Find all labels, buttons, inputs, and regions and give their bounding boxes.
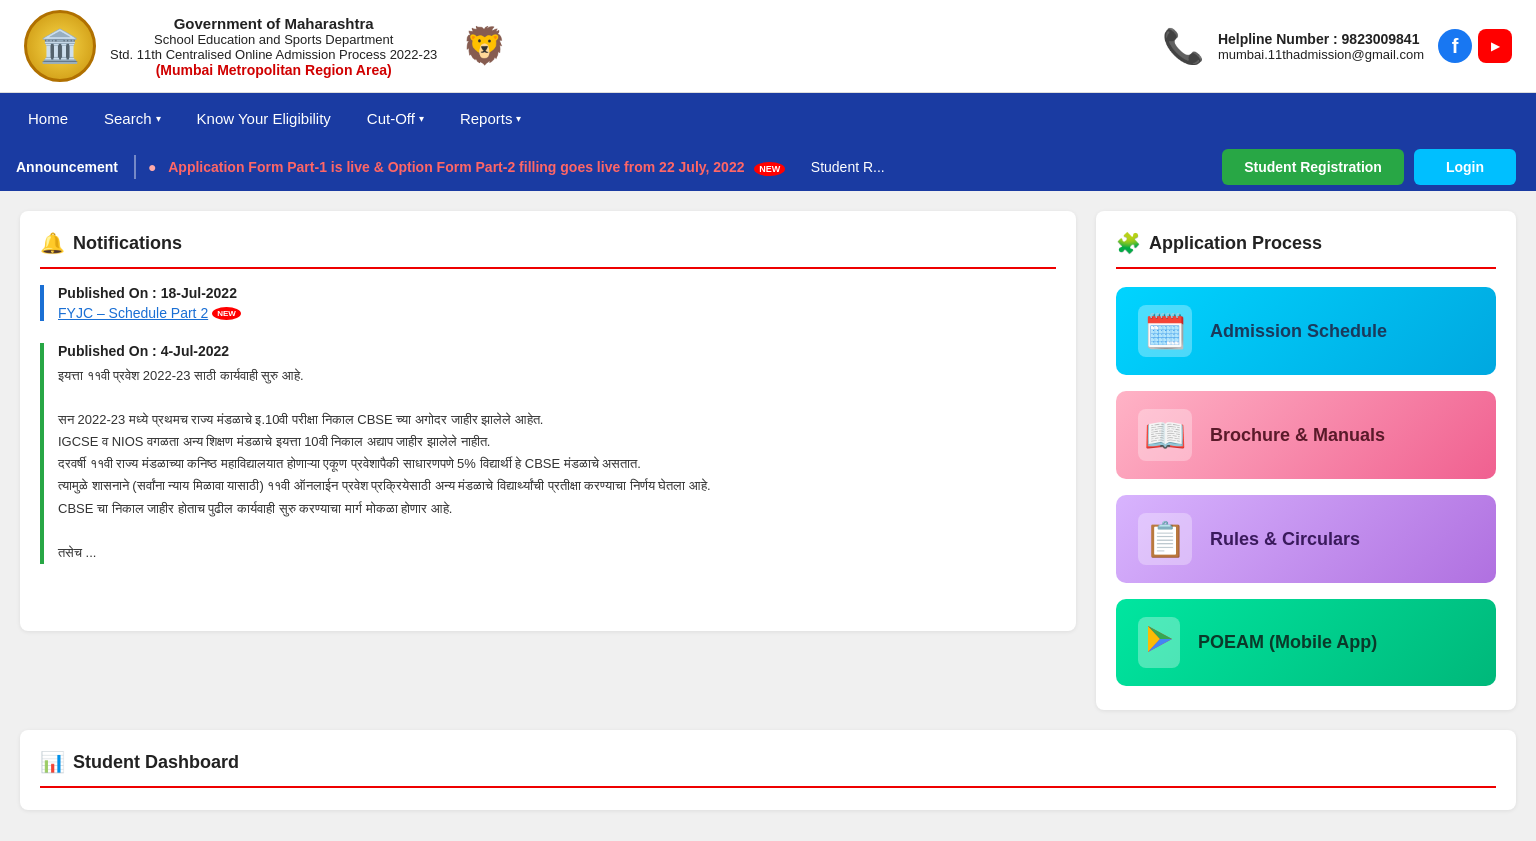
title2: School Education and Sports Department [110,32,437,47]
title4: (Mumbai Metropolitan Region Area) [110,62,437,78]
notif2-text: इयत्ता ११वी प्रवेश 2022-23 साठी कार्यवाह… [58,365,1042,564]
header: 🏛️ Government of Maharashtra School Educ… [0,0,1536,93]
login-button[interactable]: Login [1414,149,1516,185]
nav-cutoff-arrow: ▾ [419,113,424,124]
notif1-link[interactable]: FYJC – Schedule Part 2 [58,305,208,321]
student-dashboard-section: 📊 Student Dashboard [20,730,1516,810]
notifications-box: 🔔 Notifications Published On : 18-Jul-20… [20,211,1076,631]
announcement-bar: Announcement ● Application Form Part-1 i… [0,143,1536,191]
main-content: 🔔 Notifications Published On : 18-Jul-20… [0,191,1536,730]
admission-icon: 🗓️ [1138,305,1192,357]
title3: Std. 11th Centralised Online Admission P… [110,47,437,62]
notifications-title: 🔔 Notifications [40,231,1056,269]
brochure-icon: 📖 [1138,409,1192,461]
register-button[interactable]: Student Registration [1222,149,1404,185]
logo-emblem: 🏛️ [24,10,96,82]
announcement-ticker: ● Application Form Part-1 is live & Opti… [148,159,1202,176]
helpline: Helpline Number : 9823009841 [1218,31,1424,47]
brochure-label: Brochure & Manuals [1210,425,1385,446]
nav-search-arrow: ▾ [156,113,161,124]
student-dashboard-title: 📊 Student Dashboard [40,750,1496,788]
navbar: Home Search ▾ Know Your Eligibility Cut-… [0,93,1536,143]
app-btn-poeam[interactable]: POEAM (Mobile App) [1116,599,1496,686]
nav-item-eligibility[interactable]: Know Your Eligibility [179,93,349,143]
notification-item-2: Published On : 4-Jul-2022 इयत्ता ११वी प्… [40,343,1042,564]
nav-eligibility-label: Know Your Eligibility [197,110,331,127]
header-left: 🏛️ Government of Maharashtra School Educ… [24,10,517,82]
admission-label: Admission Schedule [1210,321,1387,342]
nav-reports-arrow: ▾ [516,113,521,124]
notifications-label: Notifications [73,233,182,254]
app-btn-brochure[interactable]: 📖 Brochure & Manuals [1116,391,1496,479]
social-icons: f ▶ [1438,29,1512,63]
app-btn-rules[interactable]: 📋 Rules & Circulars [1116,495,1496,583]
bell-icon: 🔔 [40,231,65,255]
app-process-title: 🧩 Application Process [1116,231,1496,269]
nav-search-label: Search [104,110,152,127]
notif2-date: Published On : 4-Jul-2022 [58,343,1042,359]
announcement-label: Announcement [0,155,136,179]
announce-text: Application Form Part-1 is live & Option… [168,159,744,175]
phone-icon: 📞 [1162,26,1204,66]
poeam-icon [1138,617,1180,668]
facebook-icon[interactable]: f [1438,29,1472,63]
nav-item-search[interactable]: Search ▾ [86,93,179,143]
nav-item-home[interactable]: Home [10,93,86,143]
nav-item-cutoff[interactable]: Cut-Off ▾ [349,93,442,143]
app-btn-admission[interactable]: 🗓️ Admission Schedule [1116,287,1496,375]
notif1-link-row: FYJC – Schedule Part 2 NEW [58,305,1042,321]
nav-item-reports[interactable]: Reports ▾ [442,93,540,143]
dashboard-label: Student Dashboard [73,752,239,773]
header-right: 📞 Helpline Number : 9823009841 mumbai.11… [1162,26,1512,66]
national-emblem: 🦁 [451,13,517,79]
process-icon: 🧩 [1116,231,1141,255]
rules-label: Rules & Circulars [1210,529,1360,550]
notification-item-1: Published On : 18-Jul-2022 FYJC – Schedu… [40,285,1042,321]
notifications-scroll[interactable]: Published On : 18-Jul-2022 FYJC – Schedu… [40,285,1056,586]
nav-cutoff-label: Cut-Off [367,110,415,127]
youtube-icon[interactable]: ▶ [1478,29,1512,63]
dashboard-icon: 📊 [40,750,65,774]
header-titles: Government of Maharashtra School Educati… [110,15,437,78]
app-process-box: 🧩 Application Process 🗓️ Admission Sched… [1096,211,1516,710]
app-process-label: Application Process [1149,233,1322,254]
rules-icon: 📋 [1138,513,1192,565]
email: mumbai.11thadmission@gmail.com [1218,47,1424,62]
right-panel: 🧩 Application Process 🗓️ Admission Sched… [1096,211,1516,710]
title1: Government of Maharashtra [110,15,437,32]
announce-suffix: Student R... [811,159,885,175]
action-buttons: Student Registration Login [1202,149,1536,185]
poeam-label: POEAM (Mobile App) [1198,632,1377,653]
notif1-date: Published On : 18-Jul-2022 [58,285,1042,301]
nav-reports-label: Reports [460,110,513,127]
nav-home-label: Home [28,110,68,127]
new-badge-1: NEW [212,307,241,320]
contact-block: Helpline Number : 9823009841 mumbai.11th… [1218,31,1424,62]
left-panel: 🔔 Notifications Published On : 18-Jul-20… [20,211,1076,710]
